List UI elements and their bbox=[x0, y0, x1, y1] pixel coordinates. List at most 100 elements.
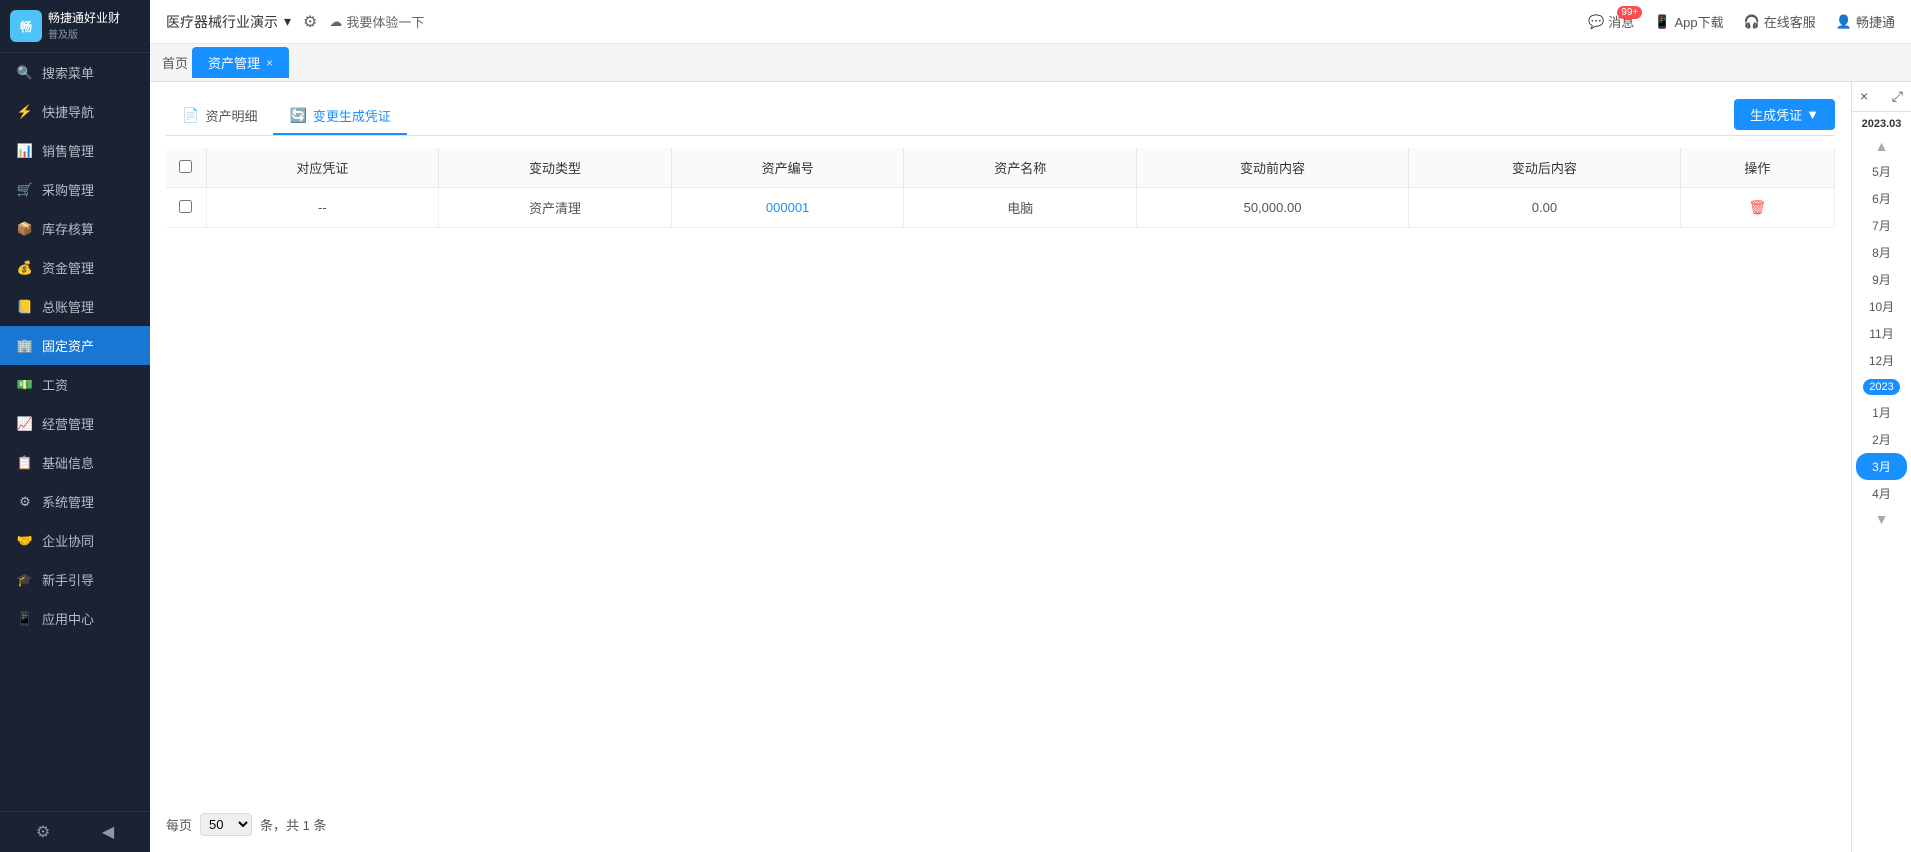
main-area: 医疗器械行业演示 ▾ ⚙ ☁ 我要体验一下 💬 消息 99+ 📱 App下载 🎧… bbox=[150, 0, 1911, 852]
change-voucher-icon: 🔄 bbox=[289, 107, 306, 124]
purchase-icon: 🛒 bbox=[16, 181, 34, 199]
app-edition: 普及版 bbox=[48, 26, 120, 41]
sidebar-label-appcenter: 应用中心 bbox=[42, 609, 94, 628]
sidebar-item-sales[interactable]: 📊 销售管理 bbox=[0, 131, 150, 170]
sidebar-item-purchase[interactable]: 🛒 采购管理 bbox=[0, 170, 150, 209]
cloud-icon: ☁ bbox=[329, 14, 342, 30]
sidebar-footer: ⚙ ◀ bbox=[0, 811, 150, 852]
row-asset-code: 000001 bbox=[671, 188, 904, 228]
sidebar-label-inventory: 库存核算 bbox=[42, 219, 94, 238]
download-icon: 📱 bbox=[1654, 14, 1670, 30]
month-6[interactable]: 6月 bbox=[1852, 185, 1911, 212]
sidebar-item-enterprise[interactable]: 🤝 企业协同 bbox=[0, 521, 150, 560]
sidebar-item-quicknav[interactable]: ⚡ 快捷导航 bbox=[0, 92, 150, 131]
tab-close-btn[interactable]: × bbox=[266, 56, 273, 70]
month-11[interactable]: 11月 bbox=[1852, 320, 1911, 347]
sidebar-label-search: 搜索菜单 bbox=[42, 63, 94, 82]
sidebar-nav: 🔍 搜索菜单 ⚡ 快捷导航 📊 销售管理 🛒 采购管理 📦 库存核算 💰 资金管… bbox=[0, 53, 150, 811]
generate-voucher-btn[interactable]: 生成凭证 ▼ bbox=[1734, 99, 1835, 130]
sidebar-label-enterprise: 企业协同 bbox=[42, 531, 94, 550]
row-checkbox[interactable] bbox=[179, 200, 192, 213]
tab-home[interactable]: 首页 bbox=[162, 53, 188, 72]
sidebar-item-ledger[interactable]: 📒 总账管理 bbox=[0, 287, 150, 326]
sidebar-logo: 畅 畅捷通好业财 普及版 bbox=[0, 0, 150, 53]
month-10[interactable]: 10月 bbox=[1852, 293, 1911, 320]
month-3-active[interactable]: 3月 bbox=[1856, 453, 1907, 480]
topbar-right: 💬 消息 99+ 📱 App下载 🎧 在线客服 👤 畅捷通 bbox=[1588, 12, 1895, 31]
th-asset-name: 资产名称 bbox=[904, 148, 1137, 188]
tab-bar: 首页 资产管理 × bbox=[150, 44, 1911, 82]
system-icon: ⚙ bbox=[16, 493, 34, 511]
appcenter-icon: 📱 bbox=[16, 610, 34, 628]
sidebar-item-system[interactable]: ⚙ 系统管理 bbox=[0, 482, 150, 521]
app-name: 畅捷通好业财 bbox=[48, 11, 120, 27]
month-1[interactable]: 1月 bbox=[1852, 399, 1911, 426]
month-8[interactable]: 8月 bbox=[1852, 239, 1911, 266]
sidebar-item-basic[interactable]: 📋 基础信息 bbox=[0, 443, 150, 482]
user-btn[interactable]: 👤 畅捷通 bbox=[1836, 12, 1895, 31]
sidebar-item-guide[interactable]: 🎓 新手引导 bbox=[0, 560, 150, 599]
sidebar-item-funds[interactable]: 💰 资金管理 bbox=[0, 248, 150, 287]
delete-btn[interactable]: 🗑 bbox=[1749, 199, 1767, 215]
month-4[interactable]: 4月 bbox=[1852, 480, 1911, 507]
right-panel: × ⤢ 2023.03 ▲ 5月 6月 7月 8月 9月 10月 11月 12月… bbox=[1851, 82, 1911, 852]
messages-btn[interactable]: 💬 消息 99+ bbox=[1588, 12, 1634, 31]
sidebar-item-inventory[interactable]: 📦 库存核算 bbox=[0, 209, 150, 248]
row-asset-name: 电脑 bbox=[904, 188, 1137, 228]
scroll-down-btn[interactable]: ▼ bbox=[1871, 507, 1893, 531]
fixedasset-icon: 🏢 bbox=[16, 337, 34, 355]
pagination: 每页 50 10 20 100 条，共 1 条 bbox=[166, 803, 1835, 836]
sidebar-item-salary[interactable]: 💵 工资 bbox=[0, 365, 150, 404]
sidebar-label-operations: 经营管理 bbox=[42, 414, 94, 433]
sales-icon: 📊 bbox=[16, 142, 34, 160]
th-change-type: 变动类型 bbox=[439, 148, 672, 188]
th-after-change: 变动后内容 bbox=[1408, 148, 1680, 188]
select-all-checkbox[interactable] bbox=[179, 160, 192, 173]
right-panel-close-btn[interactable]: × bbox=[1860, 88, 1868, 105]
year-badge: 2023 bbox=[1863, 379, 1899, 395]
sidebar-toggle-btn[interactable]: ◀ bbox=[102, 822, 114, 842]
service-icon: 🎧 bbox=[1744, 14, 1760, 30]
table-row: -- 资产清理 000001 电脑 50,000.00 0.00 🗑 bbox=[166, 188, 1835, 228]
sidebar-label-purchase: 采购管理 bbox=[42, 180, 94, 199]
message-badge: 99+ bbox=[1617, 6, 1642, 19]
experience-btn[interactable]: ☁ 我要体验一下 bbox=[329, 12, 424, 31]
month-7[interactable]: 7月 bbox=[1852, 212, 1911, 239]
per-page-select[interactable]: 50 10 20 100 bbox=[200, 813, 252, 836]
month-9[interactable]: 9月 bbox=[1852, 266, 1911, 293]
sidebar-settings-btn[interactable]: ⚙ bbox=[36, 822, 50, 842]
topbar: 医疗器械行业演示 ▾ ⚙ ☁ 我要体验一下 💬 消息 99+ 📱 App下载 🎧… bbox=[150, 0, 1911, 44]
row-change-type: 资产清理 bbox=[439, 188, 672, 228]
subtab-change-voucher[interactable]: 🔄 变更生成凭证 bbox=[273, 98, 406, 135]
asset-detail-icon: 📄 bbox=[182, 107, 199, 124]
message-icon: 💬 bbox=[1588, 14, 1604, 30]
sidebar-item-search[interactable]: 🔍 搜索菜单 bbox=[0, 53, 150, 92]
th-voucher: 对应凭证 bbox=[206, 148, 439, 188]
company-selector[interactable]: 医疗器械行业演示 ▾ bbox=[166, 12, 291, 32]
app-download-btn[interactable]: 📱 App下载 bbox=[1654, 12, 1723, 31]
online-service-btn[interactable]: 🎧 在线客服 bbox=[1744, 12, 1816, 31]
tab-asset-management[interactable]: 资产管理 × bbox=[192, 47, 289, 78]
month-2[interactable]: 2月 bbox=[1852, 426, 1911, 453]
operations-icon: 📈 bbox=[16, 415, 34, 433]
month-12[interactable]: 12月 bbox=[1852, 347, 1911, 374]
right-panel-expand-btn[interactable]: ⤢ bbox=[1892, 88, 1903, 105]
right-panel-header: × ⤢ bbox=[1852, 82, 1911, 112]
inventory-icon: 📦 bbox=[16, 220, 34, 238]
sidebar-item-appcenter[interactable]: 📱 应用中心 bbox=[0, 599, 150, 638]
logo-icon: 畅 bbox=[10, 10, 42, 42]
sidebar-item-fixedasset[interactable]: 🏢 固定资产 bbox=[0, 326, 150, 365]
sidebar-item-operations[interactable]: 📈 经营管理 bbox=[0, 404, 150, 443]
month-5[interactable]: 5月 bbox=[1852, 158, 1911, 185]
total-label: 条，共 1 条 bbox=[260, 815, 326, 834]
asset-table: 对应凭证 变动类型 资产编号 资产名称 变动前内容 变动后内容 操作 bbox=[166, 148, 1835, 228]
topbar-settings-btn[interactable]: ⚙ bbox=[303, 12, 317, 32]
ledger-icon: 📒 bbox=[16, 298, 34, 316]
funds-icon: 💰 bbox=[16, 259, 34, 277]
subtab-asset-detail[interactable]: 📄 资产明细 bbox=[166, 98, 273, 135]
sidebar-label-fixedasset: 固定资产 bbox=[42, 336, 94, 355]
th-checkbox bbox=[166, 148, 206, 188]
sidebar: 畅 畅捷通好业财 普及版 🔍 搜索菜单 ⚡ 快捷导航 📊 销售管理 🛒 采购管理… bbox=[0, 0, 150, 852]
row-before-change: 50,000.00 bbox=[1137, 188, 1409, 228]
scroll-up-btn[interactable]: ▲ bbox=[1871, 134, 1893, 158]
